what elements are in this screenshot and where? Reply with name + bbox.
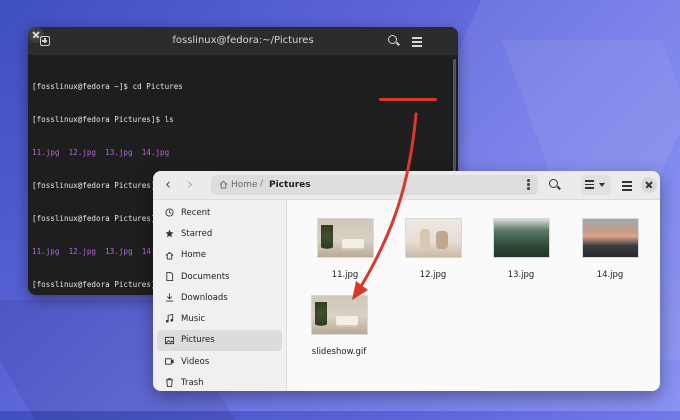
file-name: 14.jpg <box>596 270 624 280</box>
file-item[interactable]: 14.jpg <box>570 218 650 280</box>
list-view-icon <box>585 180 594 191</box>
sidebar-item-label: Trash <box>181 378 204 389</box>
sidebar-item-label: Recent <box>181 207 211 218</box>
terminal-titlebar: fosslinux@fedora:~/Pictures <box>28 27 458 55</box>
hamburger-icon-line <box>412 45 422 47</box>
terminal-line: [fosslinux@fedora Pictures]$ ls <box>32 115 174 124</box>
hamburger-icon <box>412 37 422 39</box>
sidebar-item-starred[interactable]: Starred <box>157 223 282 244</box>
hamburger-icon-line <box>412 41 422 43</box>
breadcrumb-home[interactable]: Home <box>231 180 258 190</box>
view-options-button[interactable] <box>581 175 611 195</box>
file-name: 13.jpg <box>507 270 535 280</box>
sidebar-item-pictures[interactable]: Pictures <box>157 329 282 352</box>
terminal-line: [fosslinux@fedora ~]$ cd Pictures <box>32 82 183 91</box>
sidebar-item-label: Pictures <box>181 335 215 346</box>
path-bar[interactable]: Home / Pictures <box>211 175 538 195</box>
video-icon <box>165 358 174 365</box>
file-item[interactable]: 11.jpg <box>305 218 385 280</box>
download-icon <box>165 293 174 302</box>
sidebar-item-videos[interactable]: Videos <box>157 351 282 372</box>
file-item[interactable]: 12.jpg <box>393 218 473 280</box>
sidebar-item-label: Home <box>181 250 207 261</box>
file-thumbnail <box>316 218 374 258</box>
file-thumbnail <box>581 218 639 258</box>
star-icon <box>165 229 174 238</box>
files-close-button[interactable] <box>641 177 657 193</box>
search-icon <box>549 179 558 188</box>
hamburger-icon <box>622 181 632 183</box>
file-name: 12.jpg <box>419 270 447 280</box>
file-thumbnail <box>404 218 462 258</box>
files-grid: 11.jpg 12.jpg 13.jpg 14.jpg slideshow.gi… <box>287 200 660 391</box>
files-menu-button[interactable] <box>617 175 637 195</box>
sidebar-item-home[interactable]: Home <box>157 245 282 266</box>
files-window[interactable]: ‹ › Home / Pictures Recent Starred Home … <box>153 171 660 391</box>
search-icon <box>388 35 397 44</box>
sidebar-item-label: Starred <box>181 228 213 239</box>
file-item[interactable]: slideshow.gif <box>299 295 379 357</box>
breadcrumb-current[interactable]: Pictures <box>269 180 311 190</box>
sidebar-item-music[interactable]: Music <box>157 308 282 329</box>
hamburger-icon-line <box>622 185 632 187</box>
sidebar-item-label: Music <box>181 314 206 325</box>
file-name: 11.jpg <box>331 270 359 280</box>
terminal-menu-button[interactable] <box>407 31 427 51</box>
chevron-down-icon <box>599 183 605 187</box>
music-icon <box>165 314 174 324</box>
forward-button[interactable]: › <box>181 176 199 194</box>
home-icon <box>165 251 174 260</box>
trash-icon <box>165 378 174 388</box>
hamburger-icon-line <box>622 189 632 191</box>
sidebar-item-label: Downloads <box>181 292 228 303</box>
image-icon <box>165 336 174 344</box>
clock-icon <box>165 208 174 217</box>
sidebar-item-recent[interactable]: Recent <box>157 202 282 223</box>
files-search-button[interactable] <box>544 175 564 195</box>
files-headerbar: ‹ › Home / Pictures <box>153 171 660 200</box>
file-name: slideshow.gif <box>311 347 367 357</box>
breadcrumb-separator: / <box>260 179 264 189</box>
sidebar-item-label: Documents <box>181 271 230 282</box>
more-options-icon[interactable] <box>527 179 530 191</box>
chevron-right-icon: › <box>187 175 193 193</box>
terminal-search-button[interactable] <box>383 31 403 51</box>
terminal-prompt: [fosslinux@fedora Pictures]$ <box>32 280 165 289</box>
files-sidebar: Recent Starred Home Documents Downloads … <box>153 200 287 391</box>
home-icon <box>219 180 228 189</box>
document-icon <box>166 271 174 281</box>
sidebar-item-downloads[interactable]: Downloads <box>157 287 282 308</box>
terminal-ls-output: 11.jpg 12.jpg 13.jpg 14.jpg <box>32 148 170 157</box>
sidebar-item-label: Videos <box>181 356 210 367</box>
annotation-underline <box>379 98 437 101</box>
file-thumbnail <box>310 295 368 335</box>
file-item[interactable]: 13.jpg <box>481 218 561 280</box>
chevron-left-icon: ‹ <box>165 175 171 193</box>
sidebar-item-documents[interactable]: Documents <box>157 266 282 287</box>
sidebar-item-trash[interactable]: Trash <box>157 372 282 391</box>
file-thumbnail <box>492 218 550 258</box>
back-button[interactable]: ‹ <box>159 176 177 194</box>
